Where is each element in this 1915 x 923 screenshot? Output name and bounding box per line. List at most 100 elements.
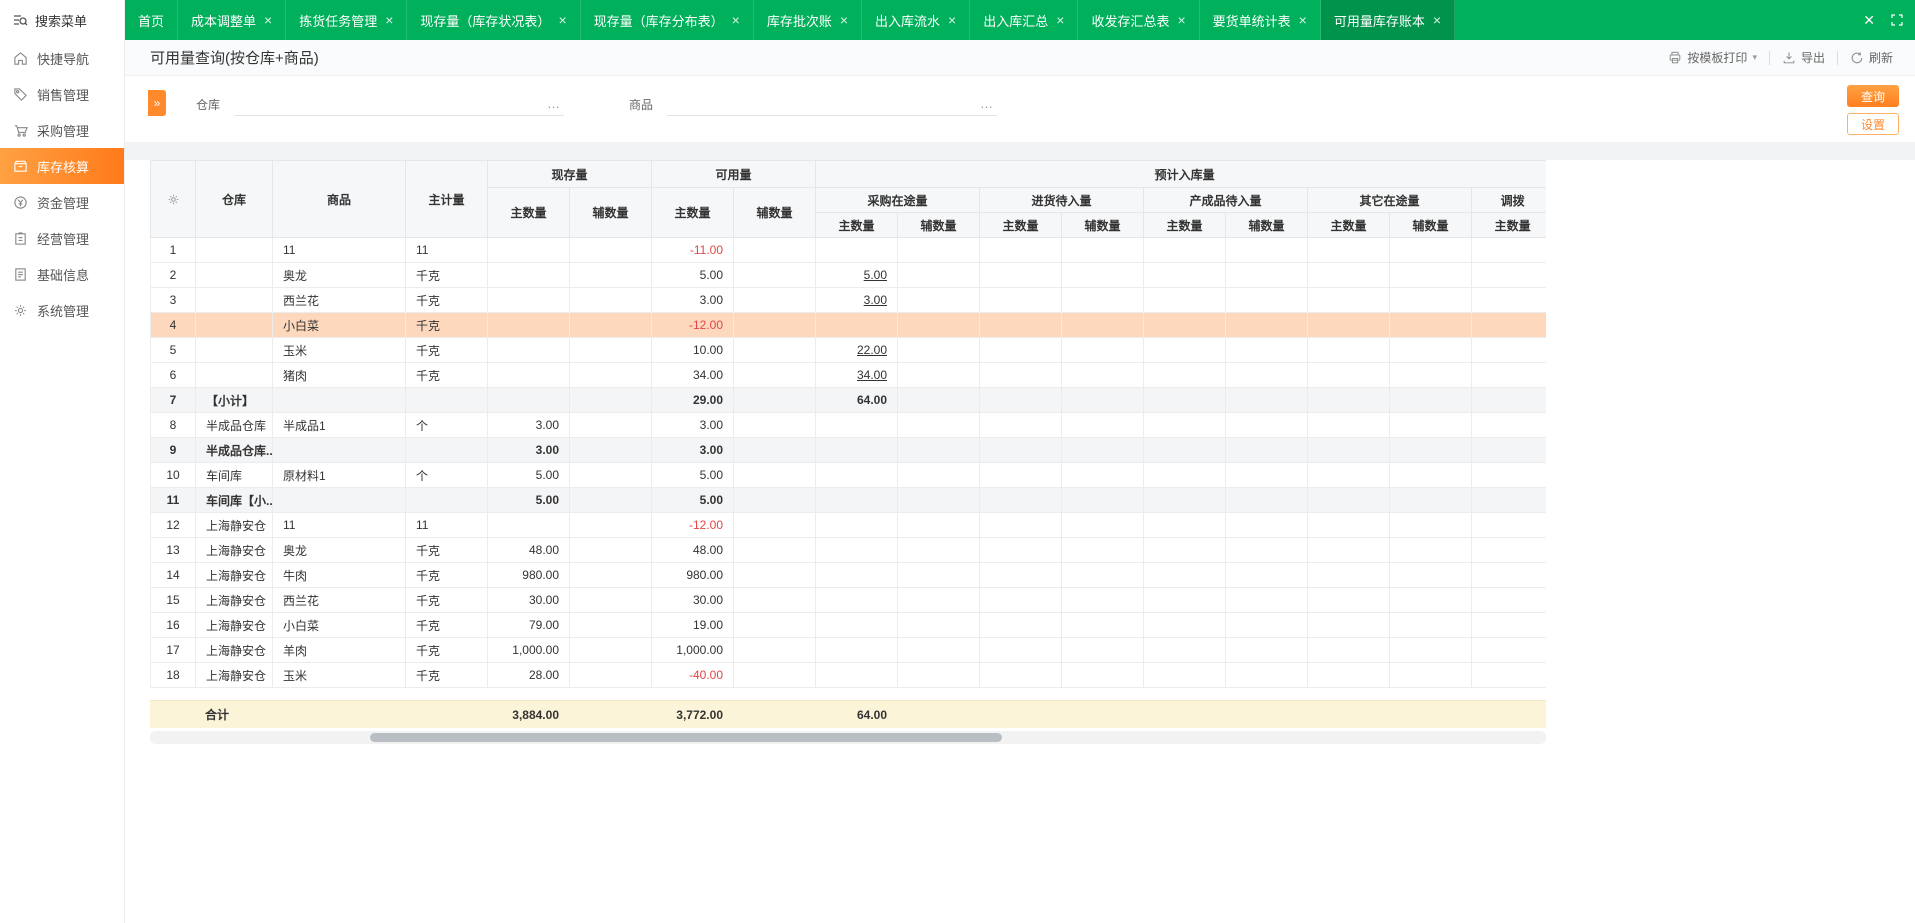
- cell-po-main: [815, 662, 899, 688]
- cell-unit: 千克: [405, 287, 488, 313]
- tab-close-icon[interactable]: ×: [1177, 13, 1185, 27]
- po-qty-link[interactable]: 22.00: [857, 343, 887, 357]
- tab-close-icon[interactable]: ×: [732, 13, 740, 27]
- po-qty-link[interactable]: 3.00: [864, 293, 887, 307]
- table-row[interactable]: 8 半成品仓库 半成品1 个 3.00 3.00: [150, 412, 1546, 438]
- table-row[interactable]: 16 上海静安仓 小白菜 千克 79.00 19.00: [150, 612, 1546, 638]
- close-icon[interactable]: ✕: [1863, 12, 1875, 29]
- table-row[interactable]: 5 玉米 千克 10.00 22.00: [150, 337, 1546, 363]
- col-po-aux[interactable]: 辅数量: [897, 212, 981, 238]
- tab-label: 收发存汇总表: [1091, 13, 1170, 29]
- tab-home[interactable]: 首页: [125, 0, 179, 40]
- cell-idx: 18: [150, 662, 196, 688]
- table-panel: 仓库 商品 主计量 现存量 可用量 预计入库量 主数量 辅数量 主数量 辅数量: [125, 160, 1915, 923]
- tab-close-icon[interactable]: ×: [264, 13, 272, 27]
- export-button[interactable]: 导出: [1782, 49, 1825, 66]
- col-unit[interactable]: 主计量: [405, 160, 488, 238]
- sidebar-item-funds[interactable]: 资金管理: [0, 184, 124, 220]
- tag-icon: [13, 87, 28, 102]
- col-transfer-main[interactable]: 主数量: [1471, 212, 1546, 238]
- tab-recv-send-summary[interactable]: 收发存汇总表 ×: [1078, 0, 1200, 40]
- tab-inout-summary[interactable]: 出入库汇总 ×: [970, 0, 1079, 40]
- table-row[interactable]: 15 上海静安仓 西兰花 千克 30.00 30.00: [150, 587, 1546, 613]
- table-row[interactable]: 6 猪肉 千克 34.00 34.00: [150, 362, 1546, 388]
- cell-other-main: [1307, 437, 1391, 463]
- sidebar-item-inventory[interactable]: 库存核算: [0, 148, 124, 184]
- table-row[interactable]: 9 半成品仓库... 3.00 3.00: [150, 437, 1546, 463]
- table-row[interactable]: 1 11 11 -11.00: [150, 237, 1546, 263]
- table-row[interactable]: 18 上海静安仓 玉米 千克 28.00 -40.00: [150, 662, 1546, 688]
- table-row[interactable]: 13 上海静安仓 奥龙 千克 48.00 48.00: [150, 537, 1546, 563]
- column-settings-button[interactable]: [150, 160, 196, 238]
- col-available-main[interactable]: 主数量: [651, 187, 735, 238]
- tab-close-icon[interactable]: ×: [558, 13, 566, 27]
- tab-stock-status[interactable]: 现存量（库存状况表） ×: [407, 0, 581, 40]
- col-po-main[interactable]: 主数量: [815, 212, 899, 238]
- table-row[interactable]: 14 上海静安仓 牛肉 千克 980.00 980.00: [150, 562, 1546, 588]
- settings-button[interactable]: 设置: [1847, 113, 1899, 135]
- table-row[interactable]: 7 【小计】 29.00 64.00: [150, 387, 1546, 413]
- col-incoming-aux[interactable]: 辅数量: [1061, 212, 1145, 238]
- sidebar-item-base-info[interactable]: 基础信息: [0, 256, 124, 292]
- col-stock-main[interactable]: 主数量: [487, 187, 570, 238]
- sidebar-item-sales[interactable]: 销售管理: [0, 76, 124, 112]
- sidebar-item-operations[interactable]: 经营管理: [0, 220, 124, 256]
- tab-close-icon[interactable]: ×: [948, 13, 956, 27]
- col-warehouse[interactable]: 仓库: [195, 160, 273, 238]
- col-product[interactable]: 商品: [272, 160, 406, 238]
- col-other-main[interactable]: 主数量: [1307, 212, 1391, 238]
- sidebar-item-purchase[interactable]: 采购管理: [0, 112, 124, 148]
- tab-close-icon[interactable]: ×: [385, 13, 393, 27]
- cell-product: [272, 387, 406, 413]
- refresh-button[interactable]: 刷新: [1850, 49, 1893, 66]
- warehouse-input[interactable]: [234, 96, 545, 111]
- po-qty-link[interactable]: 34.00: [857, 368, 887, 382]
- table-row[interactable]: 2 奥龙 千克 5.00 5.00: [150, 262, 1546, 288]
- cell-fg-main: [1143, 537, 1227, 563]
- tab-stock-distribution[interactable]: 现存量（库存分布表） ×: [581, 0, 754, 40]
- print-template-button[interactable]: 按模板打印 ▾: [1668, 49, 1757, 66]
- tab-picking-task[interactable]: 拣货任务管理 ×: [286, 0, 408, 40]
- tab-cost-adjust[interactable]: 成本调整单 ×: [178, 0, 287, 40]
- table-row[interactable]: 10 车间库 原材料1 个 5.00 5.00: [150, 462, 1546, 488]
- scrollbar-thumb[interactable]: [370, 733, 1002, 742]
- cell-stock-aux: [569, 701, 651, 728]
- po-qty-link[interactable]: 5.00: [864, 268, 887, 282]
- table-row[interactable]: 11 车间库【小... 5.00 5.00: [150, 487, 1546, 513]
- totals-label: 合计: [195, 701, 272, 728]
- col-other-aux[interactable]: 辅数量: [1389, 212, 1473, 238]
- cell-fg-main: [1143, 337, 1227, 363]
- query-button[interactable]: 查询: [1847, 85, 1899, 107]
- table-row[interactable]: 12 上海静安仓 11 11 -12.00: [150, 512, 1546, 538]
- sidebar-item-system[interactable]: 系统管理: [0, 292, 124, 328]
- table-row[interactable]: 3 西兰花 千克 3.00 3.00: [150, 287, 1546, 313]
- table-row[interactable]: 17 上海静安仓 羊肉 千克 1,000.00 1,000.00: [150, 637, 1546, 663]
- col-available-aux[interactable]: 辅数量: [733, 187, 817, 238]
- tab-available-ledger[interactable]: 可用量库存账本 ×: [1320, 0, 1456, 40]
- cell-warehouse: 上海静安仓: [195, 637, 273, 663]
- cell-fg-aux: [1225, 337, 1309, 363]
- tab-close-icon[interactable]: ×: [1433, 13, 1441, 27]
- expand-filter-button[interactable]: »: [148, 90, 166, 116]
- col-finished-main[interactable]: 主数量: [1143, 212, 1227, 238]
- fullscreen-icon[interactable]: [1891, 14, 1903, 26]
- title-actions: 按模板打印 ▾ 导出 刷新: [1668, 49, 1893, 66]
- cell-po-aux: [897, 237, 981, 263]
- tab-close-icon[interactable]: ×: [1299, 13, 1307, 27]
- search-menu-button[interactable]: 搜索菜单: [0, 0, 124, 40]
- product-input[interactable]: [667, 96, 978, 111]
- tab-close-icon[interactable]: ×: [840, 13, 848, 27]
- tab-inout-flow[interactable]: 出入库流水 ×: [862, 0, 971, 40]
- tab-label: 库存批次账: [766, 13, 832, 29]
- tab-batch-ledger[interactable]: 库存批次账 ×: [754, 0, 863, 40]
- col-finished-aux[interactable]: 辅数量: [1225, 212, 1309, 238]
- product-picker-icon[interactable]: …: [977, 96, 997, 111]
- warehouse-picker-icon[interactable]: …: [544, 96, 564, 111]
- tab-label: 拣货任务管理: [299, 13, 378, 29]
- col-stock-aux[interactable]: 辅数量: [568, 187, 653, 238]
- col-incoming-main[interactable]: 主数量: [979, 212, 1063, 238]
- tab-close-icon[interactable]: ×: [1056, 13, 1064, 27]
- tab-demand-stats[interactable]: 要货单统计表 ×: [1200, 0, 1321, 40]
- table-row[interactable]: 4 小白菜 千克 -12.00: [150, 312, 1546, 338]
- sidebar-item-quick-nav[interactable]: 快捷导航: [0, 40, 124, 76]
